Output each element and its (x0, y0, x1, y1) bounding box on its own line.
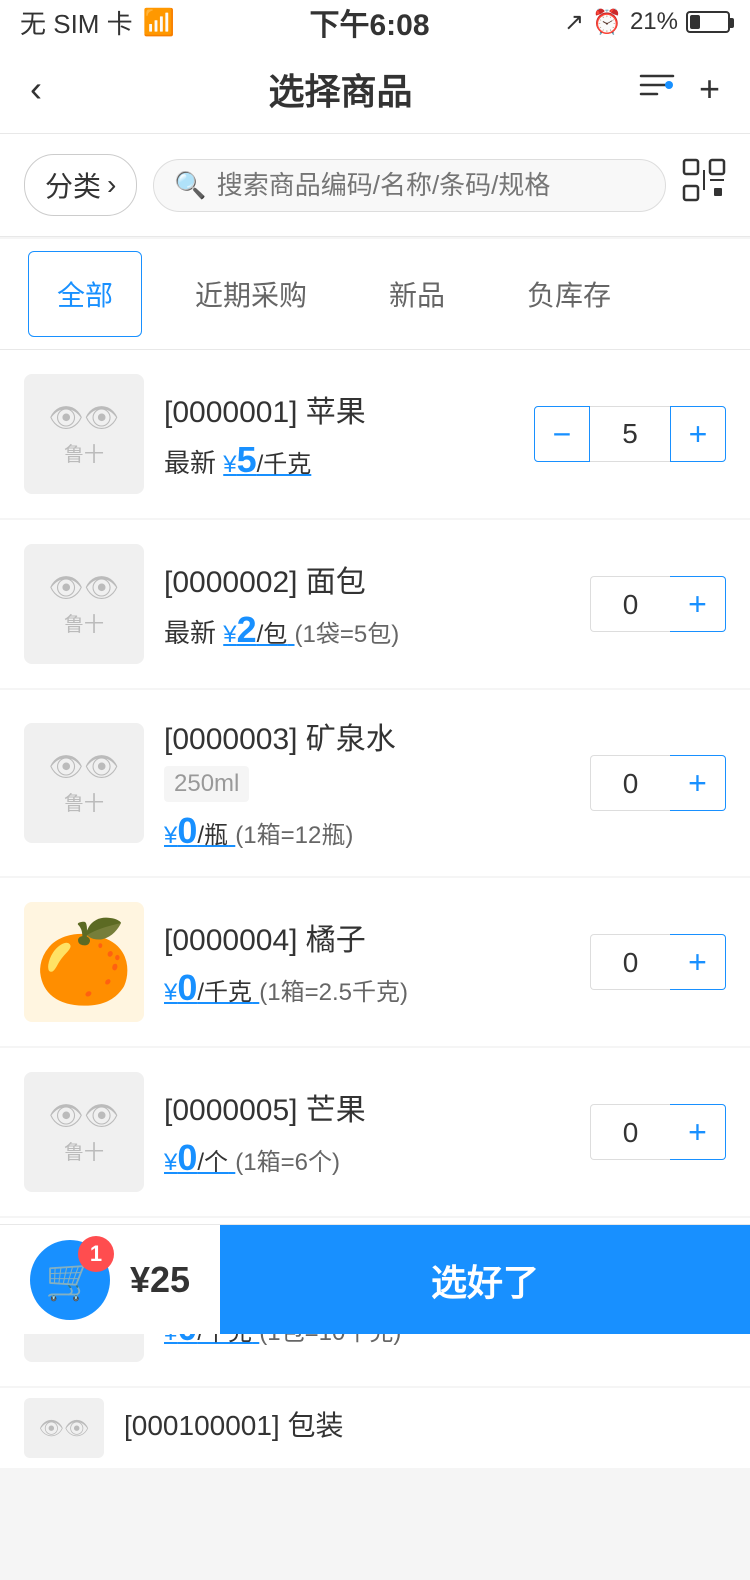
status-right: ↗ ⏰ 21% (564, 8, 730, 37)
product-name: [0000002] 面包 (164, 557, 570, 601)
product-item: 👁👁 鲁十 [0000005] 芒果 ¥0/个 (1箱=6个) 0 + (0, 1048, 750, 1216)
product-info: [0000004] 橘子 ¥0/千克 (1箱=2.5千克) (144, 915, 590, 1009)
filter-bar: 分类 › 🔍 (0, 134, 750, 237)
product-price: ¥0/瓶 (1箱=12瓶) (164, 810, 570, 852)
product-info: [0000002] 面包 最新 ¥2/包 (1袋=5包) (144, 557, 590, 651)
quantity-control: 0 + (590, 934, 726, 990)
cart-badge: 1 (78, 1236, 114, 1272)
product-item: 🍊 [0000004] 橘子 ¥0/千克 (1箱=2.5千克) 0 + (0, 878, 750, 1046)
carrier-label: 无 SIM 卡 (20, 4, 133, 41)
quantity-increase-button[interactable]: + (670, 934, 726, 990)
wifi-icon: 📶 (143, 7, 175, 38)
tabs-bar: 全部 近期采购 新品 负库存 (0, 239, 750, 350)
product-image-partial: 👁👁 (24, 1398, 104, 1458)
product-name-partial: [000100001] 包装 (124, 1404, 706, 1444)
product-image-mango: 👁👁 鲁十 (24, 1072, 144, 1192)
quantity-increase-button[interactable]: + (670, 755, 726, 811)
quantity-display: 0 (590, 1104, 670, 1160)
product-info: [0000001] 苹果 最新 ¥5/千克 (144, 387, 534, 481)
quantity-input[interactable] (590, 406, 670, 462)
product-item: 👁👁 鲁十 [0000002] 面包 最新 ¥2/包 (1袋=5包) 0 + (0, 520, 750, 688)
product-image-apple: 👁👁 鲁十 (24, 374, 144, 494)
search-box: 🔍 (153, 159, 666, 212)
product-name: [0000004] 橘子 (164, 915, 570, 959)
scan-icon[interactable] (682, 158, 726, 212)
owl-icon: 👁👁 (39, 1416, 90, 1441)
product-spec: 250ml (164, 766, 249, 802)
battery-icon (686, 11, 730, 33)
quantity-increase-button[interactable]: + (670, 1104, 726, 1160)
product-item-partial: 👁👁 [000100001] 包装 (0, 1388, 750, 1468)
category-chevron-icon: › (107, 169, 116, 201)
status-left: 无 SIM 卡 📶 (20, 4, 175, 41)
product-item: 👁👁 鲁十 [0000003] 矿泉水 250ml ¥0/瓶 (1箱=12瓶) … (0, 690, 750, 876)
cart-total: ¥25 (130, 1259, 190, 1301)
cart-button[interactable]: 🛒 1 (30, 1240, 110, 1320)
orange-emoji: 🍊 (34, 922, 134, 1002)
back-button[interactable]: ‹ (30, 68, 42, 110)
nav-left: ‹ (30, 68, 42, 110)
quantity-increase-button[interactable]: + (670, 406, 726, 462)
product-item: 👁👁 鲁十 [0000001] 苹果 最新 ¥5/千克 − + (0, 350, 750, 518)
battery-percent: 21% (630, 8, 678, 36)
product-image-orange: 🍊 (24, 902, 144, 1022)
nav-bar: ‹ 选择商品 + (0, 44, 750, 134)
product-image-water: 👁👁 鲁十 (24, 723, 144, 843)
nav-right: + (639, 68, 720, 110)
product-price: ¥0/个 (1箱=6个) (164, 1137, 570, 1179)
product-price: 最新 ¥5/千克 (164, 439, 514, 481)
bottom-bar: 🛒 1 ¥25 选好了 (0, 1224, 750, 1334)
quantity-control: − + (534, 406, 726, 462)
tab-negative[interactable]: 负库存 (498, 251, 640, 337)
product-image-bread: 👁👁 鲁十 (24, 544, 144, 664)
product-info: [0000005] 芒果 ¥0/个 (1箱=6个) (144, 1085, 590, 1179)
status-bar: 无 SIM 卡 📶 下午6:08 ↗ ⏰ 21% (0, 0, 750, 44)
filter-icon[interactable] (639, 70, 675, 108)
alarm-icon: ⏰ (592, 8, 622, 37)
product-price: 最新 ¥2/包 (1袋=5包) (164, 609, 570, 651)
tab-new[interactable]: 新品 (360, 251, 474, 337)
confirm-button[interactable]: 选好了 (220, 1225, 750, 1334)
search-input[interactable] (217, 170, 645, 201)
quantity-display: 0 (590, 934, 670, 990)
nav-title: 选择商品 (268, 63, 412, 115)
owl-icon: 👁👁 (48, 401, 119, 434)
owl-icon: 👁👁 (48, 571, 119, 604)
quantity-display: 0 (590, 576, 670, 632)
product-price: ¥0/千克 (1箱=2.5千克) (164, 967, 570, 1009)
tab-all[interactable]: 全部 (28, 251, 142, 337)
search-icon: 🔍 (174, 170, 206, 201)
quantity-decrease-button[interactable]: − (534, 406, 590, 462)
quantity-control: 0 + (590, 576, 726, 632)
quantity-control: 0 + (590, 1104, 726, 1160)
category-label: 分类 (45, 165, 101, 205)
product-name: [0000001] 苹果 (164, 387, 514, 431)
cart-section: 🛒 1 ¥25 (0, 1240, 220, 1320)
location-icon: ↗ (564, 8, 584, 37)
product-name: [0000005] 芒果 (164, 1085, 570, 1129)
tab-recent[interactable]: 近期采购 (166, 251, 336, 337)
quantity-display: 0 (590, 755, 670, 811)
add-button[interactable]: + (699, 68, 720, 110)
category-button[interactable]: 分类 › (24, 154, 137, 216)
quantity-control: 0 + (590, 755, 726, 811)
status-time: 下午6:08 (309, 0, 429, 44)
product-info: [000100001] 包装 (104, 1404, 726, 1452)
owl-icon: 👁👁 (48, 1099, 119, 1132)
quantity-increase-button[interactable]: + (670, 576, 726, 632)
product-name: [0000003] 矿泉水 (164, 714, 570, 758)
product-info: [0000003] 矿泉水 250ml ¥0/瓶 (1箱=12瓶) (144, 714, 590, 852)
owl-icon: 👁👁 (48, 750, 119, 783)
